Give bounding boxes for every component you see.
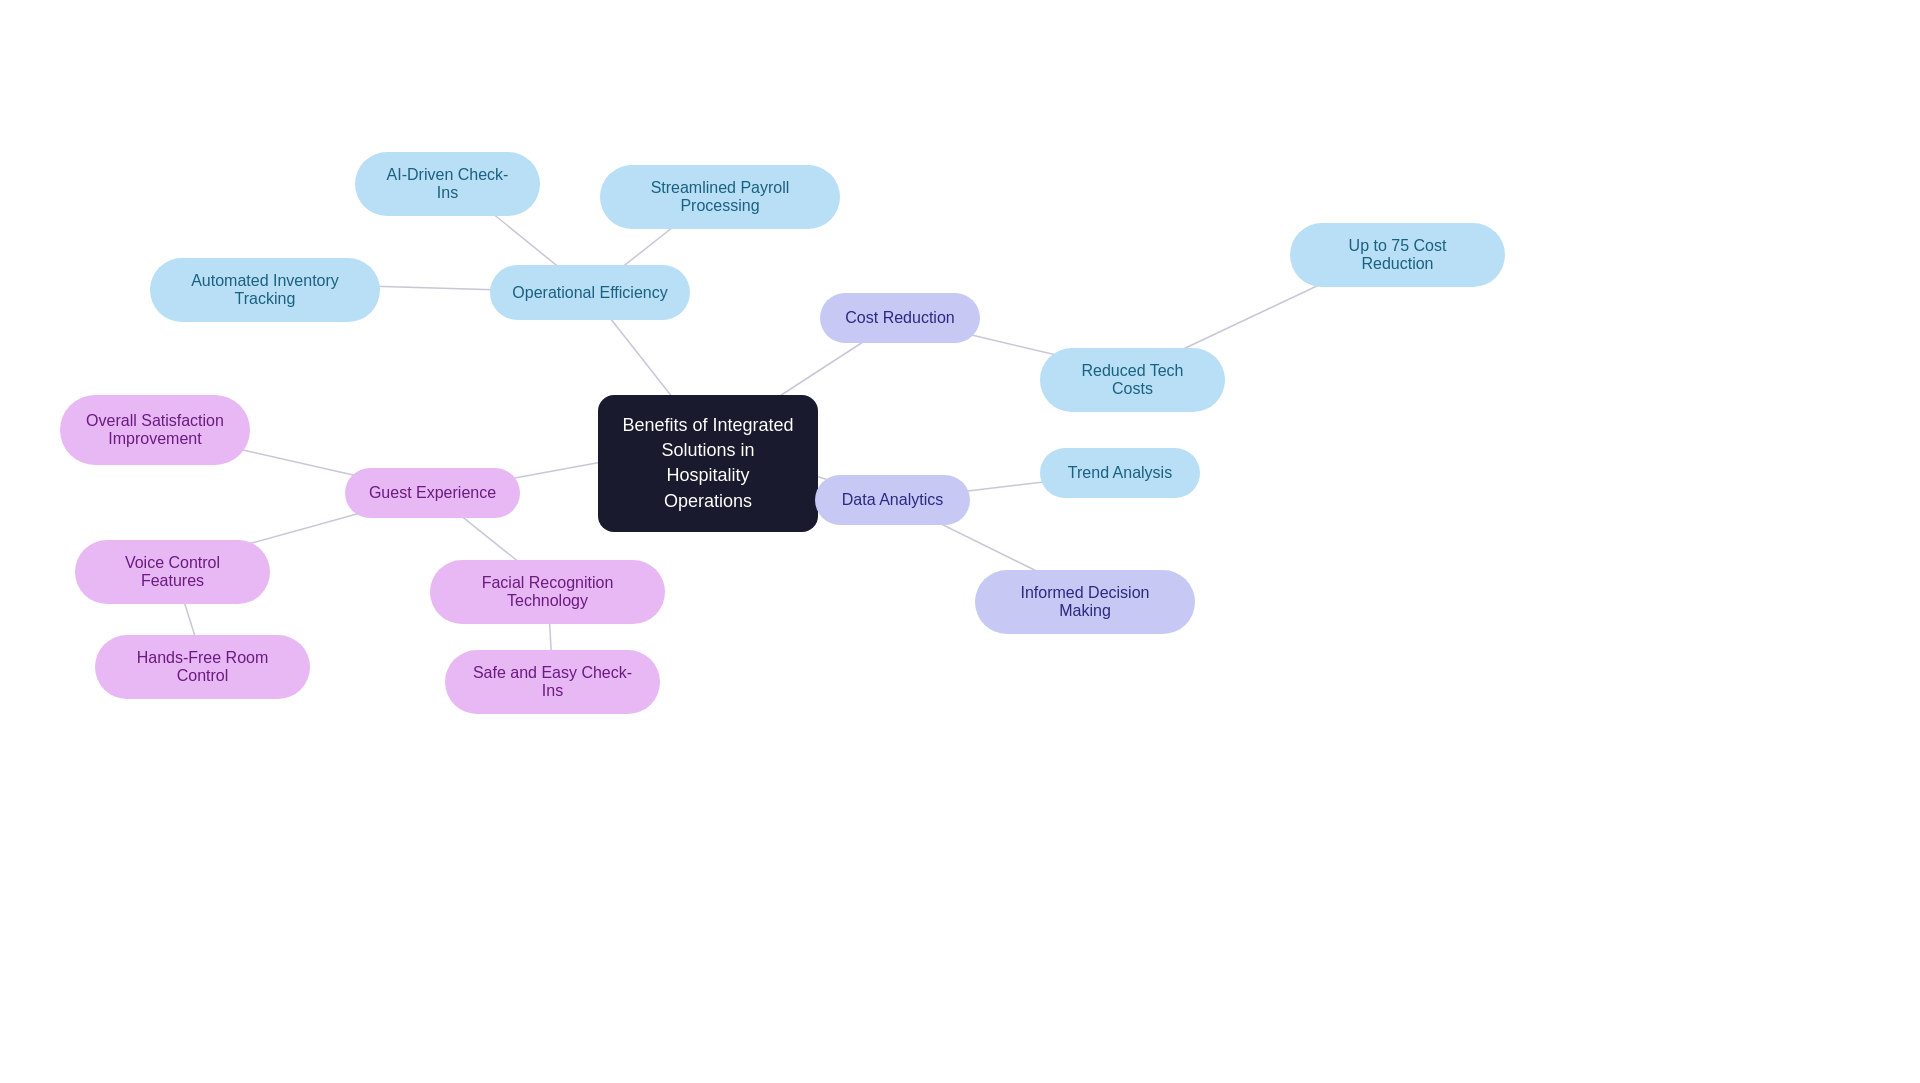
data-analytics-node: Data Analytics	[815, 475, 970, 525]
voice-control-node: Voice Control Features	[75, 540, 270, 604]
informed-decision-node: Informed Decision Making	[975, 570, 1195, 634]
operational-efficiency-node: Operational Efficiency	[490, 265, 690, 320]
facial-recognition-node: Facial Recognition Technology	[430, 560, 665, 624]
overall-satisfaction-node: Overall Satisfaction Improvement	[60, 395, 250, 465]
trend-analysis-node: Trend Analysis	[1040, 448, 1200, 498]
automated-inventory-node: Automated Inventory Tracking	[150, 258, 380, 322]
safe-checkins-node: Safe and Easy Check-Ins	[445, 650, 660, 714]
streamlined-payroll-node: Streamlined Payroll Processing	[600, 165, 840, 229]
ai-driven-checkins-node: AI-Driven Check-Ins	[355, 152, 540, 216]
up-to-75-node: Up to 75 Cost Reduction	[1290, 223, 1505, 287]
center-node: Benefits of Integrated Solutions in Hosp…	[598, 395, 818, 532]
hands-free-node: Hands-Free Room Control	[95, 635, 310, 699]
mind-map-svg	[0, 0, 1920, 1083]
reduced-tech-costs-node: Reduced Tech Costs	[1040, 348, 1225, 412]
cost-reduction-node: Cost Reduction	[820, 293, 980, 343]
guest-experience-node: Guest Experience	[345, 468, 520, 518]
